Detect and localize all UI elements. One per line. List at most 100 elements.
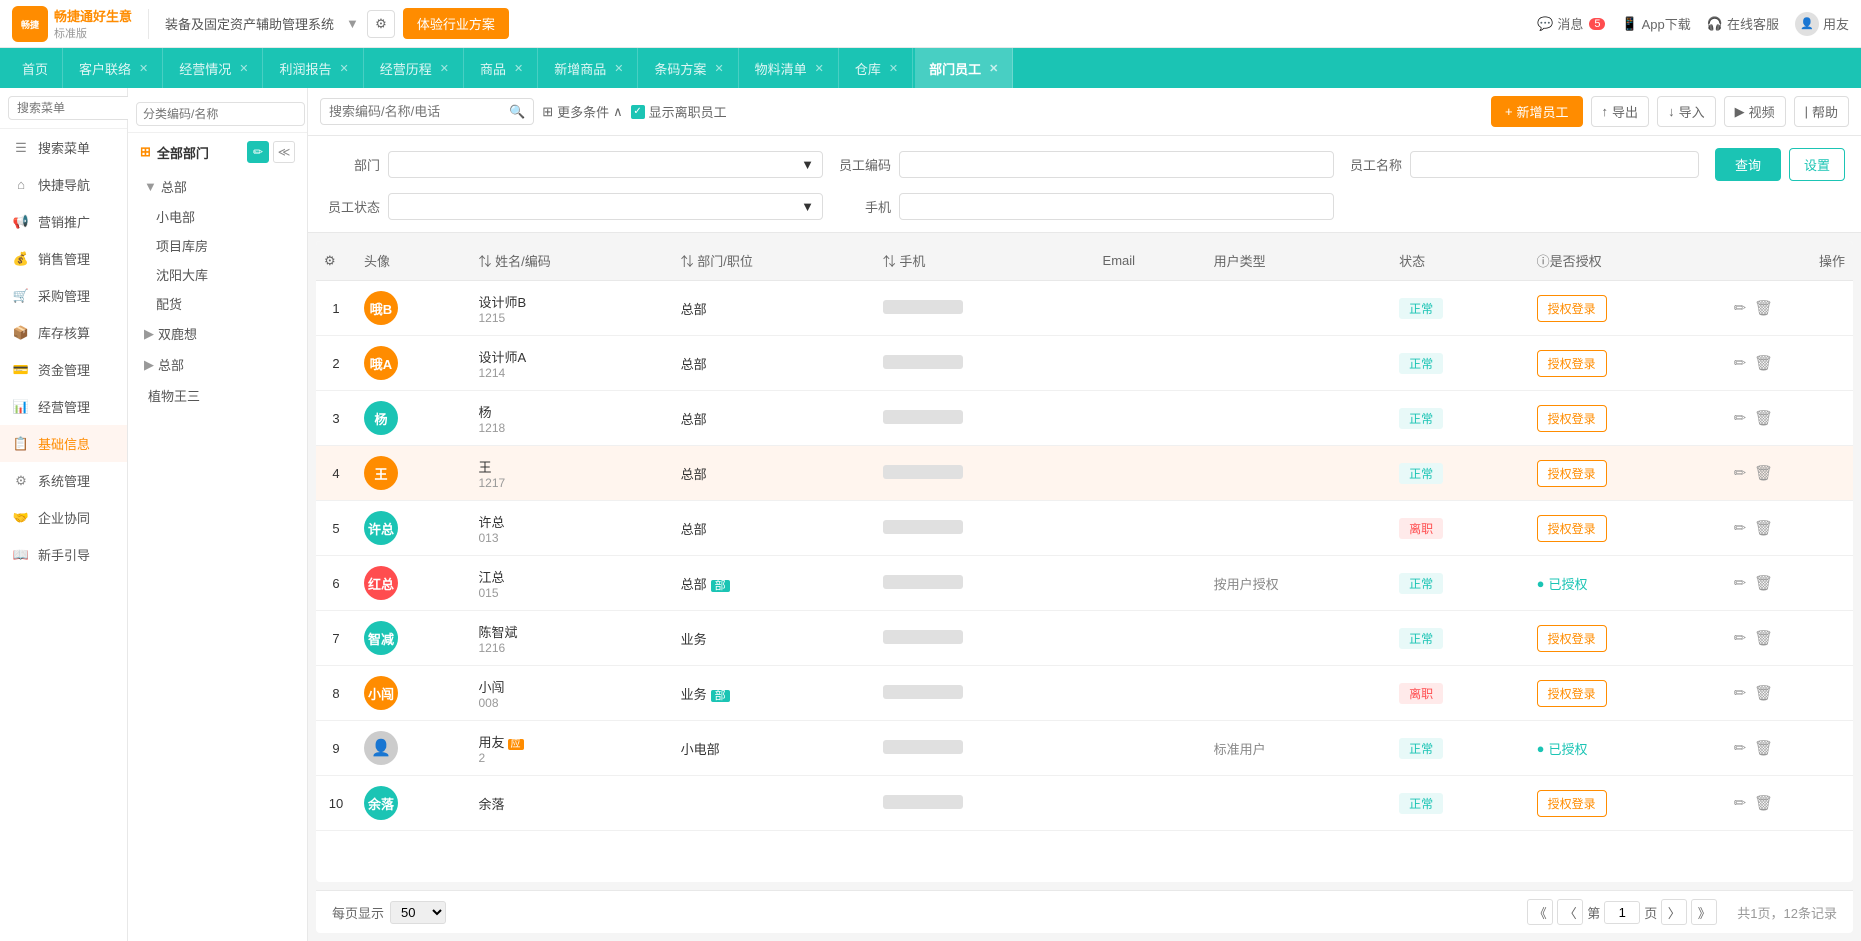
- sidebar-item-basic-info[interactable]: 📋 基础信息: [0, 425, 127, 462]
- sidebar-item-marketing[interactable]: 📢 营销推广: [0, 203, 127, 240]
- sort-icon[interactable]: ⇅: [883, 254, 896, 269]
- delete-icon[interactable]: 🗑: [1754, 519, 1773, 537]
- user-menu[interactable]: 👤 用友: [1795, 12, 1849, 36]
- edit-icon[interactable]: ✏: [1734, 409, 1747, 427]
- tab-close[interactable]: ✕: [514, 62, 523, 75]
- more-filter-button[interactable]: ⊞ 更多条件 ∧: [542, 102, 622, 121]
- tab-new-goods[interactable]: 新增商品✕: [540, 48, 638, 88]
- trial-button[interactable]: 体验行业方案: [403, 8, 509, 39]
- delete-icon[interactable]: 🗑: [1754, 409, 1773, 427]
- edit-icon[interactable]: ✏: [1734, 299, 1747, 317]
- tab-bom[interactable]: 物料清单✕: [741, 48, 839, 88]
- auth-login-button[interactable]: 授权登录: [1537, 460, 1607, 487]
- tab-close[interactable]: ✕: [239, 62, 248, 75]
- delete-icon[interactable]: 🗑: [1754, 574, 1773, 592]
- tab-home[interactable]: 首页: [8, 48, 63, 88]
- sidebar-item-business[interactable]: 📊 经营管理: [0, 388, 127, 425]
- tab-close[interactable]: ✕: [340, 62, 349, 75]
- delete-icon[interactable]: 🗑: [1754, 684, 1773, 702]
- phone-input[interactable]: [899, 193, 1334, 220]
- app-download-button[interactable]: 📱 App下载: [1621, 14, 1690, 33]
- auth-login-button[interactable]: 授权登录: [1537, 350, 1607, 377]
- title-dropdown-icon[interactable]: ▼: [346, 16, 359, 31]
- sort-icon[interactable]: ⇅: [681, 254, 694, 269]
- edit-icon[interactable]: ✏: [1734, 794, 1747, 812]
- tab-close[interactable]: ✕: [139, 62, 148, 75]
- view-button[interactable]: ▶ 视频: [1724, 96, 1786, 127]
- dept-select[interactable]: ▼: [388, 151, 823, 178]
- emp-status-select[interactable]: ▼: [388, 193, 823, 220]
- dept-child-peihuo[interactable]: 配货: [128, 289, 307, 318]
- first-page-button[interactable]: 《: [1527, 899, 1553, 925]
- auth-login-button[interactable]: 授权登录: [1537, 625, 1607, 652]
- dept-node-zongbu[interactable]: ▼ 总部 小电部 项目库房 沈阳大库 配货: [128, 171, 307, 318]
- tab-close[interactable]: ✕: [440, 62, 449, 75]
- sidebar-item-enterprise[interactable]: 🤝 企业协同: [0, 499, 127, 536]
- delete-icon[interactable]: 🗑: [1754, 629, 1773, 647]
- sort-icon[interactable]: ⇅: [479, 254, 492, 269]
- tab-barcode[interactable]: 条码方案✕: [640, 48, 738, 88]
- search-button[interactable]: 查询: [1715, 148, 1781, 181]
- dept-child-xiaodianbu[interactable]: 小电部: [128, 202, 307, 231]
- dept-node-zongbu-row[interactable]: ▼ 总部: [128, 171, 307, 202]
- dept-collapse-icon[interactable]: ≪: [273, 141, 295, 163]
- sidebar-item-inventory[interactable]: 📦 库存核算: [0, 314, 127, 351]
- tab-customer[interactable]: 客户联络✕: [65, 48, 163, 88]
- sidebar-item-purchase[interactable]: 🛒 采购管理: [0, 277, 127, 314]
- emp-name-input[interactable]: [1410, 151, 1699, 178]
- prev-page-button[interactable]: 〈: [1557, 899, 1583, 925]
- tab-operations[interactable]: 经营情况✕: [165, 48, 263, 88]
- tab-close[interactable]: ✕: [714, 62, 723, 75]
- tab-history[interactable]: 经营历程✕: [366, 48, 464, 88]
- emp-search-icon[interactable]: 🔍: [509, 104, 525, 120]
- export-button[interactable]: ↑ 导出: [1591, 96, 1650, 127]
- page-input[interactable]: [1604, 901, 1640, 924]
- tab-close[interactable]: ✕: [614, 62, 623, 75]
- sidebar-item-system[interactable]: ⚙ 系统管理: [0, 462, 127, 499]
- sidebar-item-nav[interactable]: ☰ 搜索菜单: [0, 129, 127, 166]
- online-service-button[interactable]: 🎧 在线客服: [1707, 14, 1779, 33]
- tab-profit[interactable]: 利润报告✕: [265, 48, 363, 88]
- per-page-select[interactable]: 50 100: [390, 901, 446, 924]
- edit-icon[interactable]: ✏: [1734, 739, 1747, 757]
- emp-code-input[interactable]: [899, 151, 1334, 178]
- edit-icon[interactable]: ✏: [1734, 629, 1747, 647]
- dept-node-zongbu2[interactable]: ▶ 总部: [128, 349, 307, 380]
- sidebar-item-sales[interactable]: 💰 销售管理: [0, 240, 127, 277]
- settings-button[interactable]: ⚙: [367, 10, 395, 38]
- tab-department[interactable]: 部门员工✕: [915, 48, 1013, 88]
- edit-icon[interactable]: ✏: [1734, 684, 1747, 702]
- auth-login-button[interactable]: 授权登录: [1537, 790, 1607, 817]
- sidebar-item-shortcut[interactable]: ⌂ 快捷导航: [0, 166, 127, 203]
- delete-icon[interactable]: 🗑: [1754, 464, 1773, 482]
- dept-node-zhiwuwang[interactable]: 植物王三: [128, 380, 307, 411]
- delete-icon[interactable]: 🗑: [1754, 794, 1773, 812]
- auth-login-button[interactable]: 授权登录: [1537, 680, 1607, 707]
- add-emp-button[interactable]: + 新增员工: [1491, 96, 1583, 127]
- tab-goods[interactable]: 商品✕: [466, 48, 538, 88]
- dept-child-xiangmu[interactable]: 项目库房: [128, 231, 307, 260]
- auth-login-button[interactable]: 授权登录: [1537, 405, 1607, 432]
- last-page-button[interactable]: 》: [1691, 899, 1717, 925]
- edit-icon[interactable]: ✏: [1734, 464, 1747, 482]
- sidebar-item-guide[interactable]: 📖 新手引导: [0, 536, 127, 573]
- delete-icon[interactable]: 🗑: [1754, 299, 1773, 317]
- tab-warehouse[interactable]: 仓库✕: [841, 48, 913, 88]
- set-button[interactable]: 设置: [1789, 148, 1845, 181]
- show-resigned-checkbox[interactable]: ✓: [631, 105, 645, 119]
- tab-close[interactable]: ✕: [815, 62, 824, 75]
- emp-search-input[interactable]: [329, 99, 509, 124]
- tab-close[interactable]: ✕: [989, 62, 998, 75]
- edit-icon[interactable]: ✏: [1734, 354, 1747, 372]
- delete-icon[interactable]: 🗑: [1754, 354, 1773, 372]
- auth-login-button[interactable]: 授权登录: [1537, 515, 1607, 542]
- auth-login-button[interactable]: 授权登录: [1537, 295, 1607, 322]
- help-button[interactable]: | 帮助: [1794, 96, 1849, 127]
- edit-icon[interactable]: ✏: [1734, 574, 1747, 592]
- edit-icon[interactable]: ✏: [1734, 519, 1747, 537]
- message-button[interactable]: 💬 消息 5: [1537, 14, 1605, 33]
- sidebar-item-finance[interactable]: 💳 资金管理: [0, 351, 127, 388]
- tab-close[interactable]: ✕: [889, 62, 898, 75]
- import-button[interactable]: ↓ 导入: [1657, 96, 1716, 127]
- dept-node-shuangluxiang[interactable]: ▶ 双鹿想: [128, 318, 307, 349]
